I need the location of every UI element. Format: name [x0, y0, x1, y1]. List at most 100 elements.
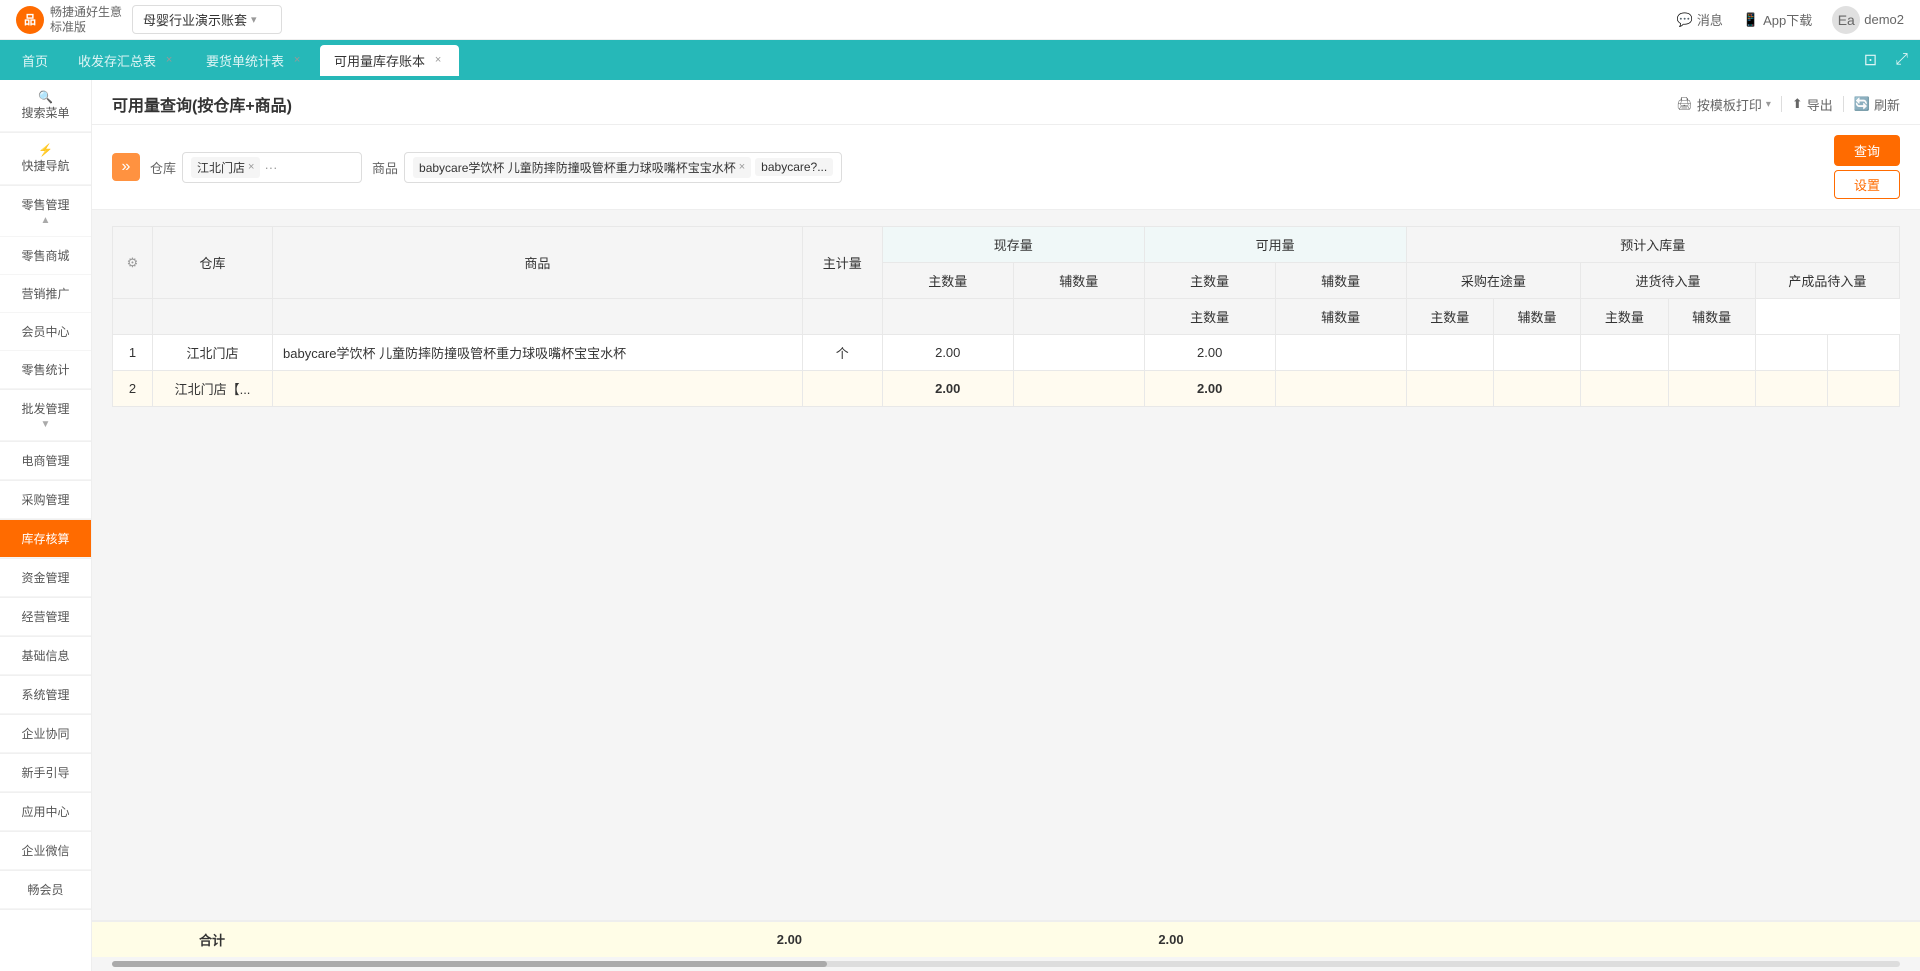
gear-icon[interactable]: ⚙	[127, 255, 139, 270]
col-gear[interactable]: ⚙	[113, 227, 153, 299]
scroll-thumb[interactable]	[112, 961, 827, 967]
col-avail-aux: 辅数量	[1275, 263, 1406, 299]
cell-finished-aux-2	[1827, 371, 1899, 407]
top-bar-left: 品 畅捷通好生意 标准版 母婴行业演示账套 ▾	[16, 5, 282, 34]
refresh-btn[interactable]: 🔄 刷新	[1854, 95, 1900, 114]
product-tag1-close[interactable]: ×	[739, 161, 745, 173]
warehouse-more[interactable]: ···	[264, 160, 277, 175]
sidebar-vip-section: 畅会员	[0, 871, 91, 910]
tab-receive[interactable]: 收发存汇总表 ×	[64, 45, 190, 76]
product-input[interactable]: babycare学饮杯 儿童防摔防撞吸管杯重力球吸嘴杯宝宝水杯 × babyca…	[404, 152, 842, 183]
tab-home[interactable]: 首页	[8, 45, 62, 76]
sidebar-item-purchase[interactable]: 采购管理	[0, 481, 91, 519]
col-goods-aux-sub: 辅数量	[1493, 299, 1580, 335]
filter-expand-btn[interactable]: »	[112, 153, 140, 181]
scroll-track[interactable]	[112, 961, 1900, 967]
sidebar-item-finance[interactable]: 资金管理	[0, 559, 91, 597]
col-avail-main: 主数量	[1144, 263, 1275, 299]
sidebar-basic-section: 基础信息	[0, 637, 91, 676]
query-button[interactable]: 查询	[1834, 135, 1900, 166]
cell-avail-aux-2	[1275, 371, 1406, 407]
data-table: ⚙ 仓库 商品 主计量 现存量 可用量 预计入库量 主数量 辅数量 主数量 辅数…	[112, 226, 1900, 407]
product-filter: 商品 babycare学饮杯 儿童防摔防撞吸管杯重力球吸嘴杯宝宝水杯 × bab…	[372, 152, 842, 183]
footer-avail-main: 2.00	[1025, 932, 1317, 947]
col-sub-empty3	[273, 299, 803, 335]
table-row: 1 江北门店 babycare学饮杯 儿童防摔防撞吸管杯重力球吸嘴杯宝宝水杯 个…	[113, 335, 1900, 371]
nav-icon: ⚡	[38, 143, 53, 157]
cell-warehouse-1: 江北门店	[153, 335, 273, 371]
message-icon: 💬	[1677, 12, 1693, 28]
page-header: 可用量查询(按仓库+商品) 🖨 按模板打印 ▾ ⬆ 导出 🔄 刷新	[92, 80, 1920, 125]
sidebar-item-enterprise[interactable]: 企业协同	[0, 715, 91, 753]
col-purchase-aux-sub: 辅数量	[1275, 299, 1406, 335]
col-finished-aux-sub: 辅数量	[1668, 299, 1755, 335]
tab-order[interactable]: 要货单统计表 ×	[192, 45, 318, 76]
table-row: 2 江北门店【... 2.00 2.00	[113, 371, 1900, 407]
sidebar-item-inventory[interactable]: 库存核算	[0, 520, 91, 558]
filter-actions: 查询 设置	[1834, 135, 1900, 199]
cell-stock-aux-2	[1013, 371, 1144, 407]
warehouse-label: 仓库	[150, 158, 176, 177]
sidebar-item-stats[interactable]: 零售统计	[0, 351, 91, 389]
store-selector[interactable]: 母婴行业演示账套 ▾	[132, 5, 282, 34]
warehouse-tag-close[interactable]: ×	[248, 161, 254, 173]
sidebar-item-store[interactable]: 零售商城	[0, 237, 91, 275]
tab-inventory[interactable]: 可用量库存账本 ×	[320, 45, 459, 76]
sidebar-search-btn[interactable]: 🔍 搜索菜单	[0, 80, 91, 132]
chevron-down-icon-wholesale: ▼	[41, 419, 51, 430]
user-menu[interactable]: Ea demo2	[1832, 6, 1904, 34]
tab-bar-controls: ⊡ ⤢	[1860, 46, 1912, 74]
cell-unit-1: 个	[802, 335, 882, 371]
sidebar-item-basic[interactable]: 基础信息	[0, 637, 91, 675]
sidebar-item-apps[interactable]: 应用中心	[0, 793, 91, 831]
cell-avail-main-2: 2.00	[1144, 371, 1275, 407]
sidebar-wechat-section: 企业微信	[0, 832, 91, 871]
sidebar-item-wechat[interactable]: 企业微信	[0, 832, 91, 870]
main-layout: 🔍 搜索菜单 ⚡ 快捷导航 零售管理 ▲ 零售商城 营销推广 会员中心	[0, 80, 1920, 971]
download-icon: 📱	[1743, 12, 1759, 28]
sidebar-wholesale-section: 批发管理 ▼	[0, 390, 91, 442]
top-bar-right: 💬 消息 📱 App下载 Ea demo2	[1677, 6, 1904, 34]
table-area: ⚙ 仓库 商品 主计量 现存量 可用量 预计入库量 主数量 辅数量 主数量 辅数…	[92, 210, 1920, 920]
print-icon: 🖨	[1676, 96, 1693, 112]
sidebar-item-guide[interactable]: 新手引导	[0, 754, 91, 792]
sidebar-item-system[interactable]: 系统管理	[0, 676, 91, 714]
cell-stock-main-2: 2.00	[882, 371, 1013, 407]
settings-button[interactable]: 设置	[1834, 170, 1900, 199]
sidebar-apps-section: 应用中心	[0, 793, 91, 832]
tab-restore-btn[interactable]: ⊡	[1860, 46, 1881, 74]
footer-stock-main: 2.00	[644, 932, 936, 947]
col-purchase-main-sub: 主数量	[1144, 299, 1275, 335]
sidebar-item-marketing[interactable]: 营销推广	[0, 275, 91, 313]
sidebar-item-retail[interactable]: 零售管理 ▲	[0, 186, 91, 237]
col-sub-empty4	[802, 299, 882, 335]
divider2	[1843, 96, 1844, 112]
sidebar: 🔍 搜索菜单 ⚡ 快捷导航 零售管理 ▲ 零售商城 营销推广 会员中心	[0, 80, 92, 971]
app-download-btn[interactable]: 📱 App下载	[1743, 10, 1812, 29]
sidebar-item-wholesale[interactable]: 批发管理 ▼	[0, 390, 91, 441]
sidebar-item-member[interactable]: 会员中心	[0, 313, 91, 351]
message-btn[interactable]: 💬 消息	[1677, 10, 1723, 29]
search-icon: 🔍	[38, 90, 53, 104]
col-goods-sub: 进货待入量	[1581, 263, 1756, 299]
cell-finished-main-1	[1755, 335, 1827, 371]
sidebar-item-vip[interactable]: 畅会员	[0, 871, 91, 909]
sidebar-enterprise-section: 企业协同	[0, 715, 91, 754]
scroll-bar-area	[92, 957, 1920, 971]
cell-purchase-aux-2	[1493, 371, 1580, 407]
tab-close-receive[interactable]: ×	[162, 53, 176, 67]
tab-close-inventory[interactable]: ×	[431, 53, 445, 67]
sidebar-item-ecommerce[interactable]: 电商管理	[0, 442, 91, 480]
cell-avail-main-1: 2.00	[1144, 335, 1275, 371]
print-btn[interactable]: 🖨 按模板打印 ▾	[1676, 95, 1771, 114]
avatar: Ea	[1832, 6, 1860, 34]
brand-name: 畅捷通好生意 标准版	[50, 5, 122, 34]
export-btn[interactable]: ⬆ 导出	[1792, 95, 1833, 114]
expand-icon: »	[122, 158, 131, 176]
warehouse-input[interactable]: 江北门店 × ···	[182, 152, 362, 183]
cell-purchase-main-2	[1406, 371, 1493, 407]
sidebar-quicknav-btn[interactable]: ⚡ 快捷导航	[0, 133, 91, 185]
tab-expand-btn[interactable]: ⤢	[1891, 47, 1912, 73]
tab-close-order[interactable]: ×	[290, 53, 304, 67]
sidebar-item-operations[interactable]: 经营管理	[0, 598, 91, 636]
